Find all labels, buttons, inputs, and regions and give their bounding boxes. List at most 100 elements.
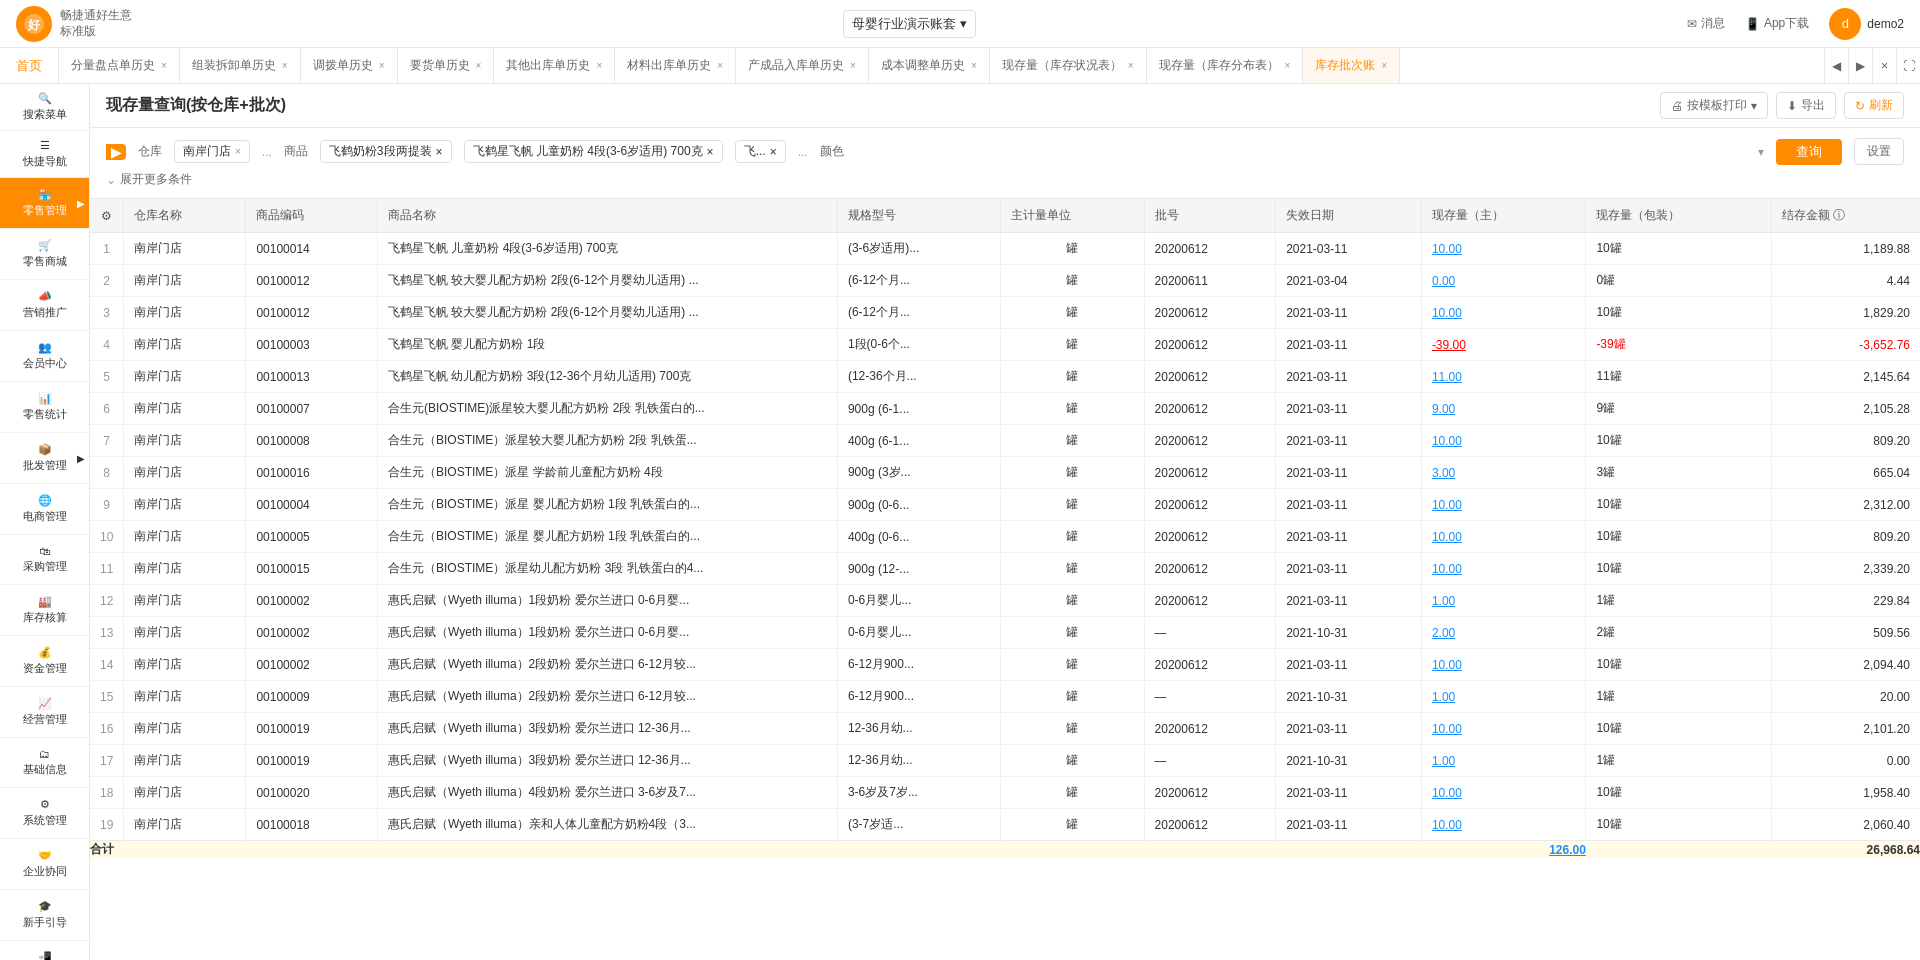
row-qty[interactable]: 10.00 <box>1421 809 1586 841</box>
sidebar-item-system[interactable]: ⚙ 系统管理 <box>0 788 89 839</box>
row-qty[interactable]: 9.00 <box>1421 393 1586 425</box>
sidebar-quicknav-btn[interactable]: ☰ 快捷导航 <box>0 131 89 178</box>
row-code: 00100002 <box>246 649 378 681</box>
row-qty[interactable]: 10.00 <box>1421 649 1586 681</box>
nav-expand-btn[interactable]: ⛶ <box>1896 48 1920 84</box>
warehouse-tag[interactable]: 南岸门店 × <box>174 140 250 163</box>
row-qty[interactable]: -39.00 <box>1421 329 1586 361</box>
row-qty[interactable]: 10.00 <box>1421 297 1586 329</box>
row-qty[interactable]: 0.00 <box>1421 265 1586 297</box>
tab-2[interactable]: 调拨单历史 × <box>301 48 398 84</box>
company-selector[interactable]: 母婴行业演示账套 ▾ <box>843 10 976 38</box>
tab-close-0[interactable]: × <box>161 60 167 71</box>
product-tag-1[interactable]: 飞鹤奶粉3段两提装 × <box>320 140 452 163</box>
settings-icon[interactable]: ⚙ <box>101 209 112 223</box>
row-qty[interactable]: 10.00 <box>1421 425 1586 457</box>
row-qty[interactable]: 1.00 <box>1421 585 1586 617</box>
tab-home[interactable]: 首页 <box>0 48 59 84</box>
filter-toggle-btn[interactable]: ▶ <box>106 144 126 160</box>
setting-btn[interactable]: 设置 <box>1854 138 1904 165</box>
row-spec: 400g (6-1... <box>837 425 1000 457</box>
row-qty-pkg: 10罐 <box>1586 777 1772 809</box>
row-qty[interactable]: 10.00 <box>1421 521 1586 553</box>
basic-icon: 🗂 <box>39 748 50 760</box>
row-amount: 20.00 <box>1772 681 1920 713</box>
row-qty[interactable]: 1.00 <box>1421 745 1586 777</box>
product-tag-3[interactable]: 飞... × <box>735 140 786 163</box>
sidebar-item-finance[interactable]: 💰 资金管理 <box>0 636 89 687</box>
sidebar-item-inventory[interactable]: 🏭 库存核算 <box>0 585 89 636</box>
sidebar-item-newbie[interactable]: 🎓 新手引导 <box>0 890 89 941</box>
nav-prev-btn[interactable]: ◀ <box>1824 48 1848 84</box>
tab-close-10[interactable]: × <box>1381 60 1387 71</box>
row-warehouse: 南岸门店 <box>124 361 246 393</box>
query-btn[interactable]: 查询 <box>1776 139 1842 165</box>
row-qty[interactable]: 10.00 <box>1421 713 1586 745</box>
expand-more-btn[interactable]: ⌄ 展开更多条件 <box>106 171 1904 188</box>
chevron-down-icon-color[interactable]: ▾ <box>1758 145 1764 159</box>
tab-close-7[interactable]: × <box>971 60 977 71</box>
row-qty[interactable]: 3.00 <box>1421 457 1586 489</box>
tab-5[interactable]: 材料出库单历史 × <box>615 48 736 84</box>
export-btn[interactable]: ⬇ 导出 <box>1776 92 1836 119</box>
product-tag-2[interactable]: 飞鹤星飞帆 儿童奶粉 4段(3-6岁适用) 700克 × <box>464 140 723 163</box>
row-qty[interactable]: 11.00 <box>1421 361 1586 393</box>
tab-1[interactable]: 组装拆卸单历史 × <box>180 48 301 84</box>
row-qty[interactable]: 1.00 <box>1421 681 1586 713</box>
sidebar-search-btn[interactable]: 🔍 搜索菜单 <box>0 84 89 131</box>
sidebar-item-retail[interactable]: 🏪 零售管理 ▶ <box>0 178 89 229</box>
product-tag-1-close[interactable]: × <box>436 145 443 159</box>
row-qty[interactable]: 2.00 <box>1421 617 1586 649</box>
sidebar-item-appcenter[interactable]: 📲 应用中心 <box>0 941 89 960</box>
tab-close-4[interactable]: × <box>596 60 602 71</box>
sidebar-item-retail-stats[interactable]: 📊 零售统计 <box>0 382 89 433</box>
tab-0[interactable]: 分量盘点单历史 × <box>59 48 180 84</box>
row-code: 00100020 <box>246 777 378 809</box>
row-batch: 20200612 <box>1144 649 1276 681</box>
row-qty[interactable]: 10.00 <box>1421 553 1586 585</box>
tab-close-9[interactable]: × <box>1285 60 1291 71</box>
tab-8[interactable]: 现存量（库存状况表） × <box>990 48 1147 84</box>
sidebar-item-member[interactable]: 👥 会员中心 <box>0 331 89 382</box>
tab-close-5[interactable]: × <box>717 60 723 71</box>
sidebar-item-basic[interactable]: 🗂 基础信息 <box>0 738 89 788</box>
tab-6[interactable]: 产成品入库单历史 × <box>736 48 869 84</box>
tab-close-1[interactable]: × <box>282 60 288 71</box>
row-name: 惠氏启赋（Wyeth illuma）亲和人体儿童配方奶粉4段（3... <box>378 809 838 841</box>
footer-total-amount: 26,968.64 <box>1772 841 1920 859</box>
row-code: 00100016 <box>246 457 378 489</box>
sidebar-item-ecommerce[interactable]: 🌐 电商管理 <box>0 484 89 535</box>
nav-next-btn[interactable]: ▶ <box>1848 48 1872 84</box>
row-batch: 20200612 <box>1144 329 1276 361</box>
table-row: 3 南岸门店 00100012 飞鹤星飞帆 较大婴儿配方奶粉 2段(6-12个月… <box>90 297 1920 329</box>
tab-7[interactable]: 成本调整单历史 × <box>869 48 990 84</box>
tab-close-8[interactable]: × <box>1128 60 1134 71</box>
sidebar-item-collab[interactable]: 🤝 企业协同 <box>0 839 89 890</box>
app-download-btn[interactable]: 📱 App下载 <box>1745 15 1809 32</box>
col-settings[interactable]: ⚙ <box>90 199 124 233</box>
message-btn[interactable]: ✉ 消息 <box>1687 15 1725 32</box>
tab-10[interactable]: 库存批次账 × <box>1303 48 1400 84</box>
sidebar-item-operation[interactable]: 📈 经营管理 <box>0 687 89 738</box>
nav-close-all-btn[interactable]: × <box>1872 48 1896 84</box>
sidebar-item-mall[interactable]: 🛒 零售商城 <box>0 229 89 280</box>
tab-close-6[interactable]: × <box>850 60 856 71</box>
user-area[interactable]: d demo2 <box>1829 8 1904 40</box>
template-print-btn[interactable]: 🖨 按模板打印 ▾ <box>1660 92 1768 119</box>
tab-close-2[interactable]: × <box>379 60 385 71</box>
tab-4[interactable]: 其他出库单历史 × <box>494 48 615 84</box>
row-spec: 12-36月幼... <box>837 745 1000 777</box>
sidebar-item-purchase[interactable]: 🛍 采购管理 <box>0 535 89 585</box>
tab-close-3[interactable]: × <box>476 60 482 71</box>
sidebar-item-marketing[interactable]: 📣 营销推广 <box>0 280 89 331</box>
row-qty[interactable]: 10.00 <box>1421 233 1586 265</box>
sidebar-item-wholesale[interactable]: 📦 批发管理 ▶ <box>0 433 89 484</box>
row-qty[interactable]: 10.00 <box>1421 777 1586 809</box>
tab-3[interactable]: 要货单历史 × <box>398 48 495 84</box>
product-tag-2-close[interactable]: × <box>707 145 714 159</box>
warehouse-tag-close[interactable]: × <box>235 146 241 157</box>
refresh-btn[interactable]: ↻ 刷新 <box>1844 92 1904 119</box>
tab-9[interactable]: 现存量（库存分布表） × <box>1147 48 1304 84</box>
product-tag-3-close[interactable]: × <box>770 145 777 159</box>
row-qty[interactable]: 10.00 <box>1421 489 1586 521</box>
